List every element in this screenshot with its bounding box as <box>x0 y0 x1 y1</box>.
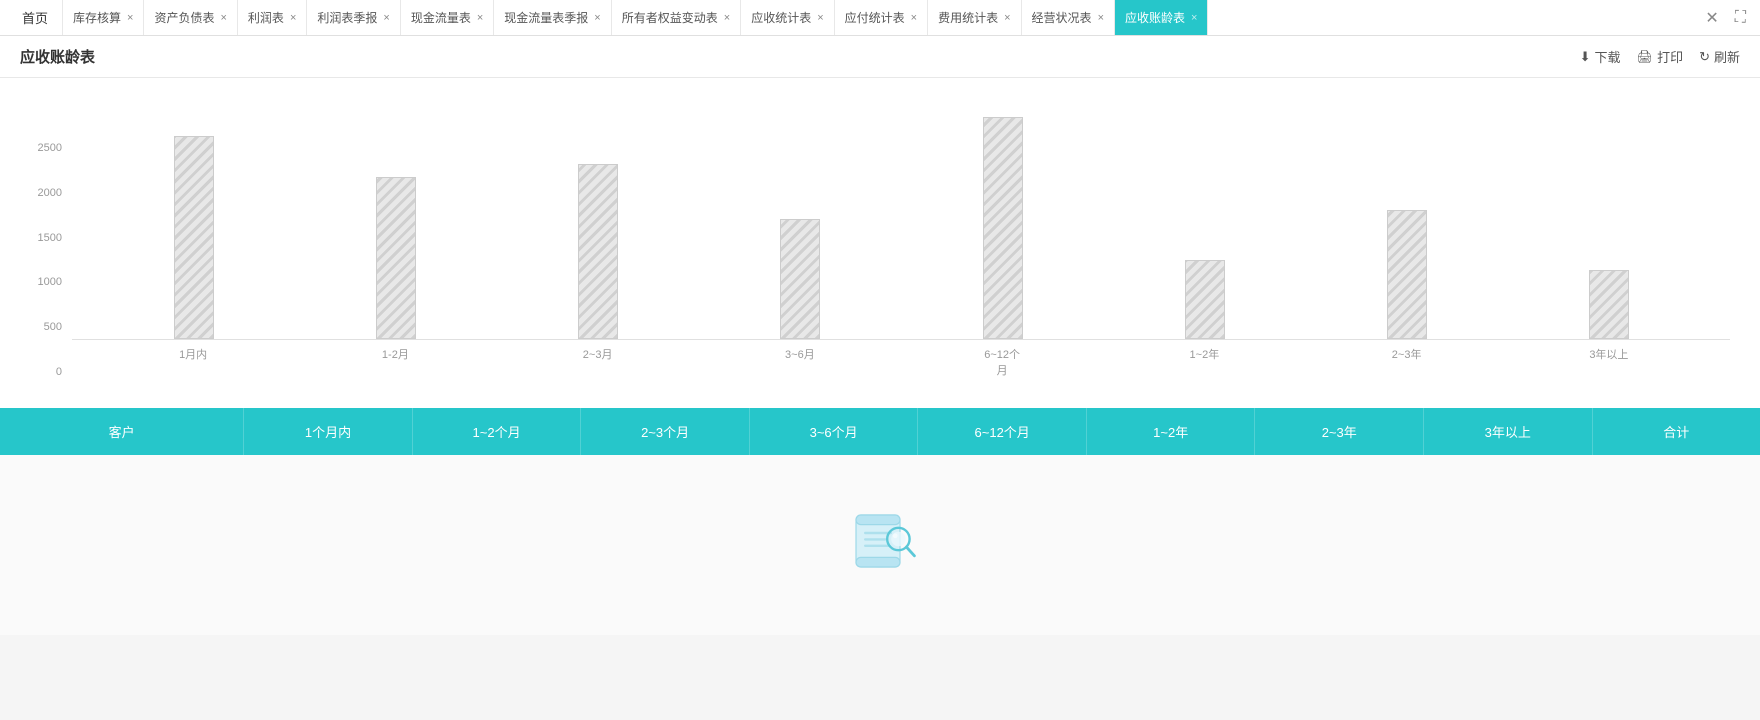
th-1month: 1个月内 <box>244 408 413 455</box>
bar-year1-2 <box>1185 260 1225 339</box>
close-tab-receivables-stats[interactable]: × <box>817 12 823 24</box>
tab-payables-stats[interactable]: 应付统计表 × <box>835 0 928 36</box>
th-1-2month: 1~2个月 <box>413 408 582 455</box>
y-label-2500: 2500 <box>30 142 62 154</box>
bar-year3plus <box>1589 270 1629 339</box>
y-label-500: 500 <box>30 321 62 333</box>
tab-balance-sheet[interactable]: 资产负债表 × <box>144 0 237 36</box>
close-tab-payables-stats[interactable]: × <box>911 12 917 24</box>
page-toolbar: 应收账龄表 ⬇ 下载 🖨 打印 ↻ 刷新 <box>0 36 1760 78</box>
toolbar-actions: ⬇ 下载 🖨 打印 ↻ 刷新 <box>1580 47 1740 66</box>
tab-expense-stats[interactable]: 费用统计表 × <box>928 0 1021 36</box>
x-labels: 1月内 1-2月 2~3月 3~6月 6~12个月 1~2年 2~3年 3年以上 <box>72 340 1730 378</box>
th-2-3month: 2~3个月 <box>581 408 750 455</box>
y-axis: 0 500 1000 1500 2000 2500 <box>30 138 62 378</box>
chart-container: 0 500 1000 1500 2000 2500 <box>30 98 1730 378</box>
th-customer: 客户 <box>0 408 244 455</box>
bar-month6-12 <box>983 117 1023 339</box>
main-content: 0 500 1000 1500 2000 2500 <box>0 78 1760 635</box>
chart-area: 0 500 1000 1500 2000 2500 <box>0 78 1760 388</box>
x-label-6: 2~3年 <box>1387 346 1427 378</box>
th-6-12month: 6~12个月 <box>918 408 1087 455</box>
bar-group-7 <box>1589 270 1629 339</box>
x-label-5: 1~2年 <box>1184 346 1224 378</box>
maximize-window-button[interactable]: ⛶ <box>1729 5 1752 31</box>
y-label-1000: 1000 <box>30 276 62 288</box>
tab-aging-report[interactable]: 应收账龄表 × <box>1115 0 1208 36</box>
window-controls: ✕ ⛶ <box>1699 4 1752 32</box>
bar-month1-2 <box>376 177 416 339</box>
print-icon: 🖨 <box>1637 49 1654 65</box>
bar-year2-3 <box>1387 210 1427 339</box>
tab-profit-quarter[interactable]: 利润表季报 × <box>307 0 400 36</box>
bar-group-5 <box>1185 260 1225 339</box>
tab-equity-changes[interactable]: 所有者权益变动表 × <box>612 0 741 36</box>
chart-grid <box>72 339 1730 340</box>
close-tab-cash-flow-quarter[interactable]: × <box>594 12 600 24</box>
x-label-0: 1月内 <box>173 346 213 378</box>
download-button[interactable]: ⬇ 下载 <box>1580 47 1621 66</box>
page-title: 应收账龄表 <box>20 46 95 67</box>
bar-month2-3 <box>578 164 618 339</box>
tab-home[interactable]: 首页 <box>8 0 63 36</box>
tab-cash-flow[interactable]: 现金流量表 × <box>401 0 494 36</box>
close-tab-operations[interactable]: × <box>1098 12 1104 24</box>
th-total: 合计 <box>1593 408 1760 455</box>
tab-profit-loss[interactable]: 利润表 × <box>238 0 307 36</box>
close-tab-aging-report[interactable]: × <box>1191 12 1197 24</box>
refresh-button[interactable]: ↻ 刷新 <box>1699 47 1740 66</box>
close-tab-profit-loss[interactable]: × <box>290 12 296 24</box>
tab-operations[interactable]: 经营状况表 × <box>1022 0 1115 36</box>
bar-group-0 <box>174 136 214 339</box>
print-button[interactable]: 🖨 打印 <box>1637 47 1684 66</box>
close-tab-inventory[interactable]: × <box>127 12 133 24</box>
refresh-icon: ↻ <box>1699 49 1710 65</box>
bar-group-6 <box>1387 210 1427 339</box>
bar-group-1 <box>376 177 416 339</box>
tab-receivables-stats[interactable]: 应收统计表 × <box>741 0 834 36</box>
x-label-1: 1-2月 <box>375 346 415 378</box>
tab-bar: 首页 库存核算 × 资产负债表 × 利润表 × 利润表季报 × 现金流量表 × … <box>0 0 1760 36</box>
bar-group-3 <box>780 219 820 339</box>
th-1-2year: 1~2年 <box>1087 408 1256 455</box>
y-label-2000: 2000 <box>30 187 62 199</box>
close-tab-expense-stats[interactable]: × <box>1004 12 1010 24</box>
th-3plusyear: 3年以上 <box>1424 408 1593 455</box>
bar-month1 <box>174 136 214 339</box>
chart-body: 1月内 1-2月 2~3月 3~6月 6~12个月 1~2年 2~3年 3年以上 <box>72 339 1730 378</box>
close-window-button[interactable]: ✕ <box>1699 4 1724 32</box>
close-tab-equity-changes[interactable]: × <box>724 12 730 24</box>
tab-cash-flow-quarter[interactable]: 现金流量表季报 × <box>494 0 611 36</box>
empty-state <box>0 455 1760 635</box>
bar-group-4 <box>983 117 1023 339</box>
bar-group-2 <box>578 164 618 339</box>
x-label-3: 3~6月 <box>780 346 820 378</box>
th-3-6month: 3~6个月 <box>750 408 919 455</box>
empty-icon <box>830 495 930 575</box>
y-label-0: 0 <box>30 366 62 378</box>
close-tab-cash-flow[interactable]: × <box>477 12 483 24</box>
x-label-4: 6~12个月 <box>982 346 1022 378</box>
x-label-2: 2~3月 <box>578 346 618 378</box>
close-tab-balance-sheet[interactable]: × <box>220 12 226 24</box>
th-2-3year: 2~3年 <box>1255 408 1424 455</box>
y-label-1500: 1500 <box>30 232 62 244</box>
close-tab-profit-quarter[interactable]: × <box>383 12 389 24</box>
tab-inventory[interactable]: 库存核算 × <box>63 0 144 36</box>
x-label-7: 3年以上 <box>1589 346 1629 378</box>
table-header: 客户 1个月内 1~2个月 2~3个月 3~6个月 6~12个月 1~2年 2~… <box>0 408 1760 455</box>
download-icon: ⬇ <box>1580 49 1591 65</box>
bar-month3-6 <box>780 219 820 339</box>
